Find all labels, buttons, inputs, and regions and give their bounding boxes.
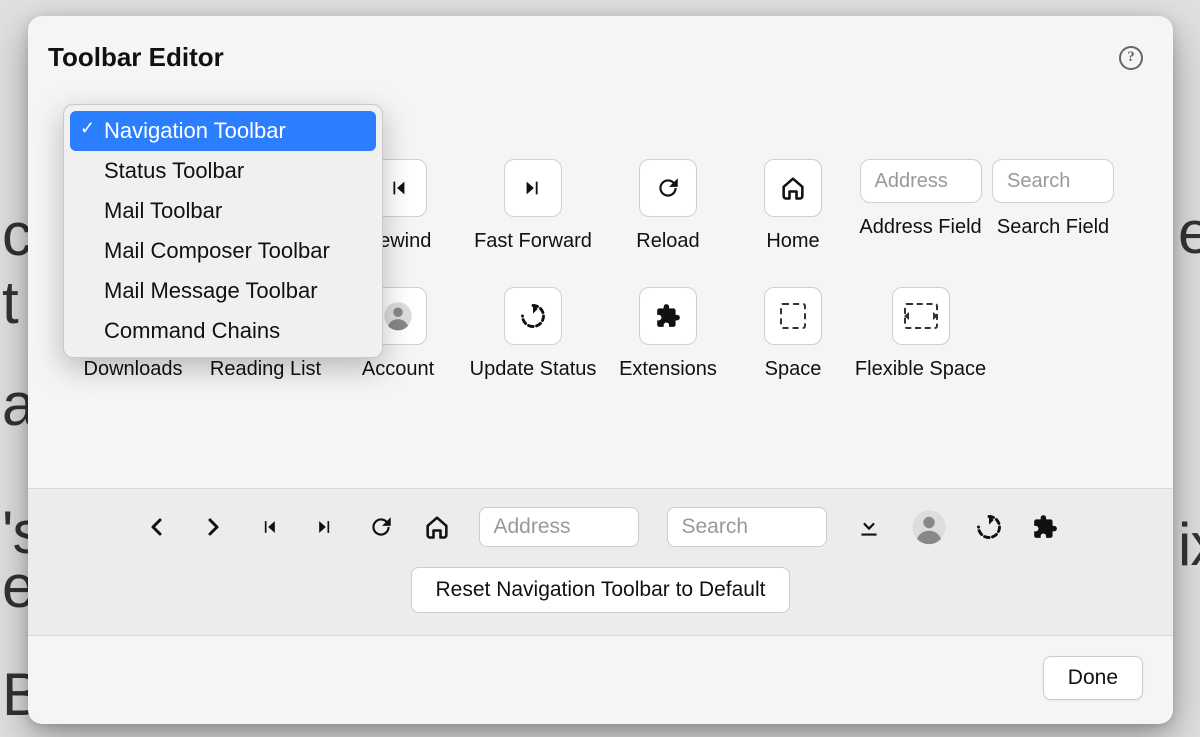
backdrop-text: ix: [1176, 510, 1200, 579]
done-button[interactable]: Done: [1043, 656, 1143, 700]
toolbar-preview-section: Address Search Reset Navigation Toolbar …: [28, 488, 1173, 636]
field-placeholder: Search: [1007, 170, 1070, 193]
grid-item-label: Flexible Space: [855, 357, 986, 381]
update-status-icon[interactable]: [975, 513, 1003, 541]
grid-item-label: Reading List: [210, 357, 321, 381]
grid-item-label: Reload: [636, 229, 699, 253]
grid-item-label: Fast Forward: [474, 229, 592, 253]
fast-forward-icon: [504, 159, 562, 217]
home-icon: [764, 159, 822, 217]
grid-item-label: Search Field: [997, 215, 1109, 239]
grid-item-label: Downloads: [84, 357, 183, 381]
account-icon[interactable]: [911, 509, 947, 545]
dropdown-item-mail-message-toolbar[interactable]: Mail Message Toolbar: [70, 271, 376, 311]
modal-title: Toolbar Editor: [48, 42, 224, 73]
dropdown-item-mail-toolbar[interactable]: Mail Toolbar: [70, 191, 376, 231]
field-placeholder: Address: [494, 515, 571, 539]
grid-item-home[interactable]: Home: [733, 159, 853, 253]
grid-item-update-status[interactable]: Update Status: [463, 287, 603, 381]
grid-item-label: Update Status: [470, 357, 597, 381]
modal-header: Toolbar Editor ?: [28, 16, 1173, 87]
toolbar-selector-dropdown[interactable]: Navigation Toolbar Status Toolbar Mail T…: [63, 104, 383, 358]
search-field-tile: Search: [992, 159, 1114, 203]
forward-icon[interactable]: [199, 513, 227, 541]
field-placeholder: Search: [682, 515, 749, 539]
update-status-icon: [504, 287, 562, 345]
flexible-space-icon: [892, 287, 950, 345]
reload-icon[interactable]: [367, 513, 395, 541]
grid-item-label: Space: [765, 357, 822, 381]
grid-item-extensions[interactable]: Extensions: [603, 287, 733, 381]
space-icon: [764, 287, 822, 345]
dropdown-item-navigation-toolbar[interactable]: Navigation Toolbar: [70, 111, 376, 151]
grid-item-label: Address Field: [859, 215, 981, 239]
extensions-icon: [639, 287, 697, 345]
modal-footer: Done: [28, 636, 1173, 724]
home-icon[interactable]: [423, 513, 451, 541]
help-icon[interactable]: ?: [1119, 46, 1143, 70]
dropdown-item-mail-composer-toolbar[interactable]: Mail Composer Toolbar: [70, 231, 376, 271]
dropdown-item-status-toolbar[interactable]: Status Toolbar: [70, 151, 376, 191]
grid-item-label: Extensions: [619, 357, 717, 381]
address-field-tile: Address: [860, 159, 982, 203]
field-placeholder: Address: [875, 170, 948, 193]
address-input[interactable]: Address: [479, 507, 639, 547]
fast-forward-icon[interactable]: [311, 513, 339, 541]
reload-icon: [639, 159, 697, 217]
grid-item-flexible-space[interactable]: Flexible Space: [853, 287, 988, 381]
grid-item-label: Account: [362, 357, 434, 381]
toolbar-editor-modal: Toolbar Editor ? Rewind Fast Forward: [28, 16, 1173, 724]
reset-button[interactable]: Reset Navigation Toolbar to Default: [411, 567, 791, 613]
backdrop-text: c: [0, 200, 31, 269]
extensions-icon[interactable]: [1031, 513, 1059, 541]
backdrop-text: e: [1176, 198, 1200, 267]
grid-item-search-field[interactable]: Search Search Field: [988, 159, 1118, 253]
grid-item-reload[interactable]: Reload: [603, 159, 733, 253]
grid-item-address-field[interactable]: Address Address Field: [853, 159, 988, 253]
rewind-icon[interactable]: [255, 513, 283, 541]
back-icon[interactable]: [143, 513, 171, 541]
downloads-icon[interactable]: [855, 513, 883, 541]
grid-item-fast-forward[interactable]: Fast Forward: [463, 159, 603, 253]
toolbar-preview[interactable]: Address Search: [143, 507, 1059, 547]
grid-item-label: Home: [766, 229, 819, 253]
backdrop-text: t: [0, 268, 18, 337]
search-input[interactable]: Search: [667, 507, 827, 547]
grid-item-space[interactable]: Space: [733, 287, 853, 381]
dropdown-item-command-chains[interactable]: Command Chains: [70, 311, 376, 351]
